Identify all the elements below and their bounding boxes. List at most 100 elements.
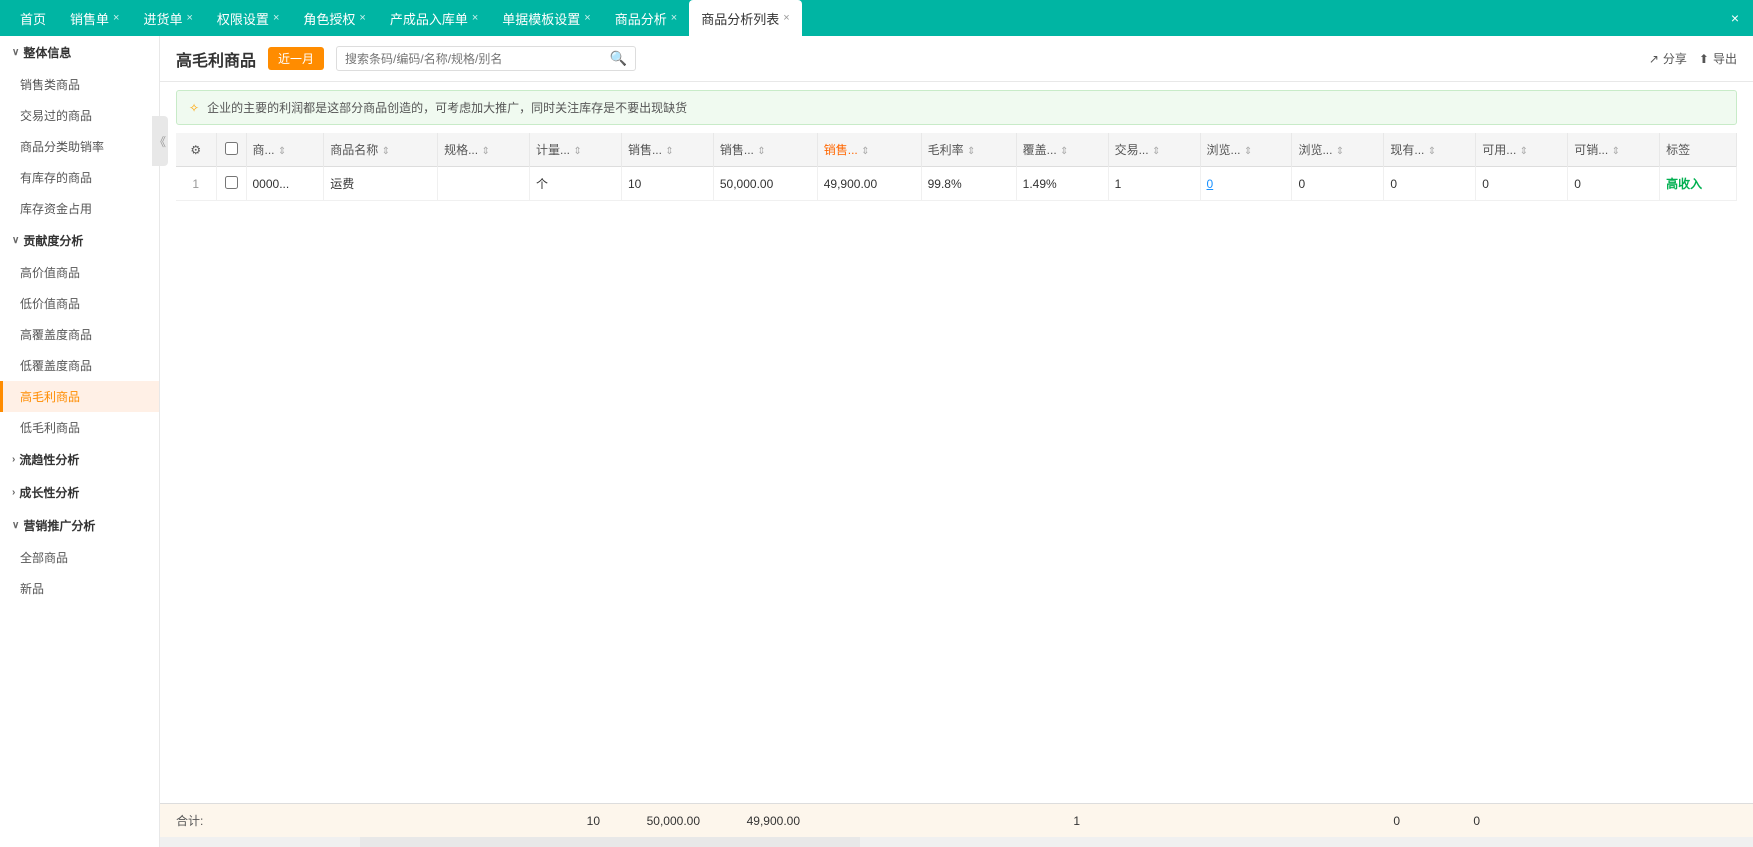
- sidebar-item-new-goods[interactable]: 新品: [0, 573, 159, 604]
- sidebar-group-trend[interactable]: › 流趋性分析: [0, 443, 159, 476]
- col-browse2[interactable]: 浏览... ⇕: [1292, 133, 1384, 167]
- cell-name: 运费: [324, 167, 438, 201]
- col-current-stock[interactable]: 现有... ⇕: [1384, 133, 1476, 167]
- col-available-stock[interactable]: 可用... ⇕: [1476, 133, 1568, 167]
- sidebar-item-low-value[interactable]: 低价值商品: [0, 288, 159, 319]
- footer-transaction: 1: [1006, 814, 1086, 828]
- col-spec[interactable]: 规格... ⇕: [438, 133, 530, 167]
- cell-sales-amount: 50,000.00: [713, 167, 817, 201]
- footer-sales-amount: 50,000.00: [606, 814, 706, 828]
- nav-item-purchase[interactable]: 进货单 ×: [131, 0, 204, 36]
- sidebar-item-all-goods[interactable]: 全部商品: [0, 542, 159, 573]
- arrow-trend: ›: [12, 454, 15, 465]
- cell-current-stock: 0: [1384, 167, 1476, 201]
- col-unit[interactable]: 计量... ⇕: [530, 133, 622, 167]
- footer-empty5: [1166, 814, 1246, 828]
- footer-empty4: [1086, 814, 1166, 828]
- nav-item-sales[interactable]: 销售单 ×: [58, 0, 131, 36]
- nav-close-template[interactable]: ×: [584, 12, 590, 24]
- sidebar-item-high-value[interactable]: 高价值商品: [0, 257, 159, 288]
- horizontal-scrollbar[interactable]: [360, 837, 860, 847]
- nav-item-analysis-list[interactable]: 商品分析列表 ×: [689, 0, 801, 36]
- sidebar-item-low-margin[interactable]: 低毛利商品: [0, 412, 159, 443]
- sidebar: ∨ 整体信息 销售类商品 交易过的商品 商品分类助销率 有库存的商品 库存资金占…: [0, 36, 160, 847]
- sidebar-item-stock-capital[interactable]: 库存资金占用: [0, 193, 159, 224]
- sidebar-group-overall[interactable]: ∨ 整体信息: [0, 36, 159, 69]
- share-icon: ↗: [1649, 52, 1659, 66]
- col-browse1[interactable]: 浏览... ⇕: [1200, 133, 1292, 167]
- sort-icon-sales-count: ⇕: [665, 146, 673, 157]
- col-coverage[interactable]: 覆盖... ⇕: [1016, 133, 1108, 167]
- nav-close-analysis[interactable]: ×: [671, 12, 677, 24]
- col-sellable-stock[interactable]: 可销... ⇕: [1568, 133, 1660, 167]
- sidebar-group-marketing[interactable]: ∨ 营销推广分析: [0, 509, 159, 542]
- top-nav: 首页 销售单 × 进货单 × 权限设置 × 角色授权 × 产成品入库单 × 单据…: [0, 0, 1753, 36]
- content-title: 高毛利商品: [176, 47, 256, 71]
- window-close-btn[interactable]: ×: [1725, 8, 1745, 28]
- search-icon[interactable]: 🔍: [610, 50, 627, 67]
- sidebar-collapse-btn[interactable]: 《: [152, 116, 168, 166]
- period-button[interactable]: 近一月: [268, 47, 324, 70]
- nav-item-role[interactable]: 角色授权 ×: [291, 0, 377, 36]
- nav-item-analysis[interactable]: 商品分析 ×: [603, 0, 689, 36]
- content-area: 高毛利商品 近一月 🔍 ↗ 分享 ⬆ 导出 ✧ 企业的主要的利润都是这部分商品创…: [160, 36, 1753, 847]
- nav-close-purchase[interactable]: ×: [186, 12, 192, 24]
- search-input[interactable]: [345, 52, 604, 66]
- sort-icon-browse2: ⇕: [1336, 146, 1344, 157]
- col-sales-amount[interactable]: 销售... ⇕: [713, 133, 817, 167]
- nav-item-product-in[interactable]: 产成品入库单 ×: [378, 0, 490, 36]
- footer-empty2: [806, 814, 906, 828]
- cell-available-stock: 0: [1476, 167, 1568, 201]
- cell-browse1[interactable]: 0: [1200, 167, 1292, 201]
- nav-item-template[interactable]: 单据模板设置 ×: [490, 0, 602, 36]
- footer-empty3: [906, 814, 1006, 828]
- footer-empty1: [256, 814, 546, 828]
- sidebar-item-in-stock[interactable]: 有库存的商品: [0, 162, 159, 193]
- sidebar-item-sales-goods[interactable]: 销售类商品: [0, 69, 159, 100]
- sort-icon-gross-margin: ⇕: [967, 146, 975, 157]
- cell-sales-profit: 49,900.00: [817, 167, 921, 201]
- cell-spec: [438, 167, 530, 201]
- export-button[interactable]: ⬆ 导出: [1699, 50, 1737, 67]
- nav-close-analysis-list[interactable]: ×: [783, 12, 789, 24]
- sort-icon-unit: ⇕: [573, 146, 581, 157]
- col-gross-margin[interactable]: 毛利率 ⇕: [921, 133, 1016, 167]
- col-code[interactable]: 商... ⇕: [246, 133, 324, 167]
- col-transaction[interactable]: 交易... ⇕: [1108, 133, 1200, 167]
- footer-sales-profit: 49,900.00: [706, 814, 806, 828]
- header-actions: ↗ 分享 ⬆ 导出: [1649, 50, 1737, 67]
- nav-close-product-in[interactable]: ×: [472, 12, 478, 24]
- cell-checkbox: [216, 167, 246, 201]
- footer-empty6: [1246, 814, 1326, 828]
- sidebar-item-category-rate[interactable]: 商品分类助销率: [0, 131, 159, 162]
- sort-icon-sales-amount: ⇕: [757, 146, 765, 157]
- col-sales-profit[interactable]: 销售... ⇕: [817, 133, 921, 167]
- info-banner: ✧ 企业的主要的利润都是这部分商品创造的，可考虑加大推广，同时关注库存是不要出现…: [176, 90, 1737, 125]
- sidebar-item-high-margin[interactable]: 高毛利商品: [0, 381, 159, 412]
- nav-close-sales[interactable]: ×: [113, 12, 119, 24]
- nav-item-home[interactable]: 首页: [8, 0, 58, 36]
- sidebar-item-high-coverage[interactable]: 高覆盖度商品: [0, 319, 159, 350]
- row-checkbox[interactable]: [225, 176, 238, 189]
- sort-icon-name: ⇕: [382, 146, 390, 157]
- nav-item-permission[interactable]: 权限设置 ×: [205, 0, 291, 36]
- nav-close-permission[interactable]: ×: [273, 12, 279, 24]
- nav-close-role[interactable]: ×: [359, 12, 365, 24]
- sidebar-group-contribution[interactable]: ∨ 贡献度分析: [0, 224, 159, 257]
- info-icon: ✧: [189, 101, 199, 115]
- sidebar-group-growth[interactable]: › 成长性分析: [0, 476, 159, 509]
- sidebar-item-low-coverage[interactable]: 低覆盖度商品: [0, 350, 159, 381]
- col-name[interactable]: 商品名称 ⇕: [324, 133, 438, 167]
- select-all-checkbox[interactable]: [225, 142, 238, 155]
- sort-icon-coverage: ⇕: [1060, 146, 1068, 157]
- col-checkbox: [216, 133, 246, 167]
- col-settings[interactable]: ⚙: [176, 133, 216, 167]
- cell-index: 1: [176, 167, 216, 201]
- sidebar-item-traded-goods[interactable]: 交易过的商品: [0, 100, 159, 131]
- content-header: 高毛利商品 近一月 🔍 ↗ 分享 ⬆ 导出: [160, 36, 1753, 82]
- cell-tag: 高收入: [1660, 167, 1737, 201]
- share-button[interactable]: ↗ 分享: [1649, 50, 1687, 67]
- col-tag[interactable]: 标签: [1660, 133, 1737, 167]
- col-sales-count[interactable]: 销售... ⇕: [621, 133, 713, 167]
- search-box: 🔍: [336, 46, 636, 71]
